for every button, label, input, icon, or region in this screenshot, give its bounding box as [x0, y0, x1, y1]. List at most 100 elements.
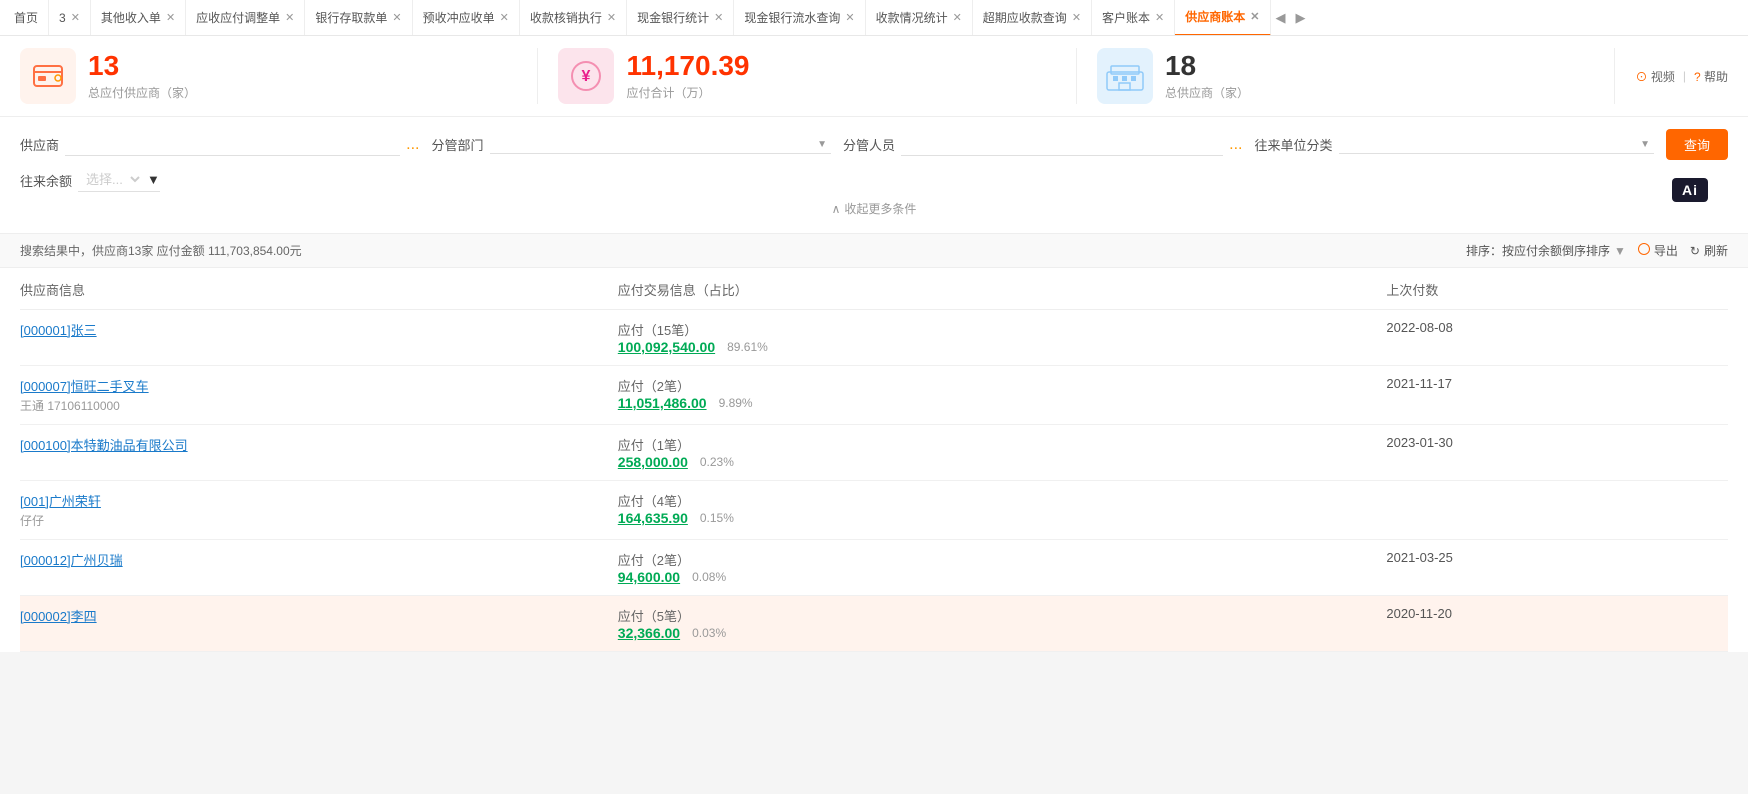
nav-tab-cash-flow[interactable]: 现金银行流水查询 ✕	[734, 0, 865, 36]
nav-tab-prepay-offset[interactable]: 预收冲应收单 ✕	[413, 0, 520, 36]
payable-amount[interactable]: 258,000.00	[618, 454, 688, 470]
divider: |	[1683, 69, 1686, 83]
supplier-link[interactable]: [001]广州荣轩	[20, 494, 101, 509]
payable-total-icon: ¥	[558, 48, 614, 104]
last-pay-date: 2023-01-30	[1386, 435, 1453, 450]
nav-tab-home[interactable]: 首页	[4, 0, 49, 36]
payable-info-cell: 应付（2笔）11,051,486.009.89%	[618, 366, 1387, 425]
supplier-link[interactable]: [000100]本特勤油品有限公司	[20, 438, 188, 453]
payable-count: 应付（5笔）	[618, 606, 1379, 625]
dept-filter-dropdown[interactable]: ▼	[490, 136, 831, 154]
nav-tab-overdue-ar-label: 超期应收款查询	[983, 9, 1067, 26]
nav-tab-cash-stat-label: 现金银行统计	[637, 9, 709, 26]
payable-percent: 0.08%	[692, 570, 726, 584]
close-icon[interactable]: ✕	[71, 11, 80, 24]
stat-block-total-suppliers: 18 总供应商（家）	[1077, 48, 1615, 104]
export-radio-icon	[1638, 243, 1650, 258]
nav-tab-overdue-ar[interactable]: 超期应收款查询 ✕	[973, 0, 1092, 36]
th-last-pay: 上次付数	[1386, 268, 1728, 310]
close-icon[interactable]: ✕	[166, 11, 175, 24]
payable-percent: 0.15%	[700, 511, 734, 525]
balance-filter-label: 往来余额	[20, 171, 72, 190]
nav-tab-supplier-ledger[interactable]: 供应商账本 ✕	[1175, 0, 1270, 36]
close-icon[interactable]: ✕	[1155, 11, 1164, 24]
nav-tab-cash-stat[interactable]: 现金银行统计 ✕	[627, 0, 734, 36]
person-filter-input[interactable]	[901, 134, 1223, 156]
supplier-link[interactable]: [000001]张三	[20, 323, 97, 338]
supplier-payable-icon	[20, 48, 76, 104]
nav-tab-payment-exec[interactable]: 收款核销执行 ✕	[520, 0, 627, 36]
payable-amount[interactable]: 11,051,486.00	[618, 395, 707, 411]
last-pay-date: 2020-11-20	[1386, 606, 1452, 621]
last-pay-cell: 2020-11-20	[1386, 596, 1728, 652]
ai-badge[interactable]: Ai	[1672, 178, 1708, 202]
filter-dept: 分管部门 ▼	[432, 135, 832, 154]
payable-total-amount: 11,170.39	[626, 51, 749, 82]
balance-filter-select[interactable]: 选择...	[78, 168, 143, 191]
result-actions: 排序：按应付余额倒序排序 ▼ 导出 ↻ 刷新	[1466, 242, 1728, 259]
close-icon[interactable]: ✕	[607, 11, 616, 24]
collapse-button[interactable]: ∧ 收起更多条件	[20, 200, 1728, 217]
close-icon[interactable]: ✕	[285, 11, 294, 24]
supplier-filter-dots[interactable]: ...	[406, 137, 419, 153]
sort-select[interactable]: 排序：按应付余额倒序排序 ▼	[1466, 242, 1626, 259]
chevron-down-icon: ▼	[1640, 139, 1650, 150]
nav-tab-ar-adjustment[interactable]: 应收应付调整单 ✕	[186, 0, 305, 36]
payable-amount[interactable]: 32,366.00	[618, 625, 680, 641]
category-filter-dropdown[interactable]: ▼	[1339, 136, 1654, 154]
table-row: [000001]张三 应付（15笔）100,092,540.00 89.61% 202…	[20, 310, 1728, 366]
payable-percent: 0.03%	[692, 626, 726, 640]
nav-tab-collection-stat-label: 收款情况统计	[876, 9, 948, 26]
payable-count: 应付（15笔）	[618, 320, 1379, 339]
payable-amount[interactable]: 94,600.00	[618, 569, 680, 585]
close-icon[interactable]: ✕	[500, 11, 509, 24]
filter-supplier: 供应商 ...	[20, 134, 420, 156]
stat-block-payable-suppliers: 13 总应付供应商（家）	[20, 48, 538, 104]
nav-tab-customer-ledger-label: 客户账本	[1102, 9, 1150, 26]
supplier-link[interactable]: [000002]李四	[20, 609, 97, 624]
nav-next-arrow[interactable]: ▶	[1291, 0, 1311, 36]
nav-tab-other-income[interactable]: 其他收入单 ✕	[91, 0, 186, 36]
payable-count: 应付（2笔）	[618, 550, 1379, 569]
last-pay-date: 2022-08-08	[1386, 320, 1453, 335]
payable-amount[interactable]: 164,635.90	[618, 510, 688, 526]
payable-percent: 89.61%	[727, 340, 768, 354]
table-row: [000007]恒旺二手叉车王通 17106110000应付（2笔）11,051…	[20, 366, 1728, 425]
payable-supplier-label: 总应付供应商（家）	[88, 84, 196, 101]
close-icon[interactable]: ✕	[845, 11, 854, 24]
supplier-sub: 仔仔	[20, 512, 610, 529]
nav-tab-prepay-offset-label: 预收冲应收单	[423, 9, 495, 26]
person-filter-dots[interactable]: ...	[1229, 137, 1242, 153]
total-supplier-count: 18	[1165, 51, 1249, 82]
last-pay-cell: 2023-01-30	[1386, 425, 1728, 481]
payable-amount[interactable]: 100,092,540.00	[618, 339, 715, 355]
result-bar: 搜索结果中，供应商13家 应付金额 111,703,854.00元 排序：按应付…	[0, 234, 1748, 268]
last-pay-date: 2021-03-25	[1386, 550, 1453, 565]
supplier-filter-input[interactable]	[65, 134, 400, 156]
refresh-button[interactable]: ↻ 刷新	[1690, 242, 1728, 259]
supplier-link[interactable]: [000012]广州贝瑞	[20, 553, 123, 568]
close-icon[interactable]: ✕	[392, 11, 401, 24]
supplier-info-cell: [000012]广州贝瑞	[20, 540, 618, 596]
chevron-down-icon: ▼	[817, 139, 827, 150]
help-link[interactable]: ? 帮助	[1694, 68, 1728, 85]
close-icon[interactable]: ✕	[714, 11, 723, 24]
nav-prev-arrow[interactable]: ◀	[1271, 0, 1291, 36]
nav-tab-3-label: 3	[59, 11, 66, 25]
close-icon[interactable]: ✕	[953, 11, 962, 24]
supplier-link[interactable]: [000007]恒旺二手叉车	[20, 379, 149, 394]
category-filter-label: 往来单位分类	[1255, 135, 1333, 154]
close-icon[interactable]: ✕	[1072, 11, 1081, 24]
filter-area: 供应商 ... 分管部门 ▼ 分管人员 ... 往来单位分类 ▼ 查询 往来	[0, 117, 1748, 234]
nav-tab-bank-deposit[interactable]: 银行存取款单 ✕	[305, 0, 412, 36]
close-icon[interactable]: ✕	[1250, 10, 1259, 23]
nav-tab-collection-stat[interactable]: 收款情况统计 ✕	[866, 0, 973, 36]
nav-tab-customer-ledger[interactable]: 客户账本 ✕	[1092, 0, 1175, 36]
nav-tab-3[interactable]: 3 ✕	[49, 0, 91, 36]
video-link[interactable]: ⊙ 视频	[1635, 68, 1674, 85]
supplier-filter-label: 供应商	[20, 135, 59, 154]
table-row: [000002]李四 应付（5笔）32,366.00 0.03% 2020-11-20	[20, 596, 1728, 652]
query-button[interactable]: 查询	[1666, 129, 1728, 160]
collapse-icon: ∧	[832, 202, 841, 216]
export-button[interactable]: 导出	[1638, 242, 1678, 259]
